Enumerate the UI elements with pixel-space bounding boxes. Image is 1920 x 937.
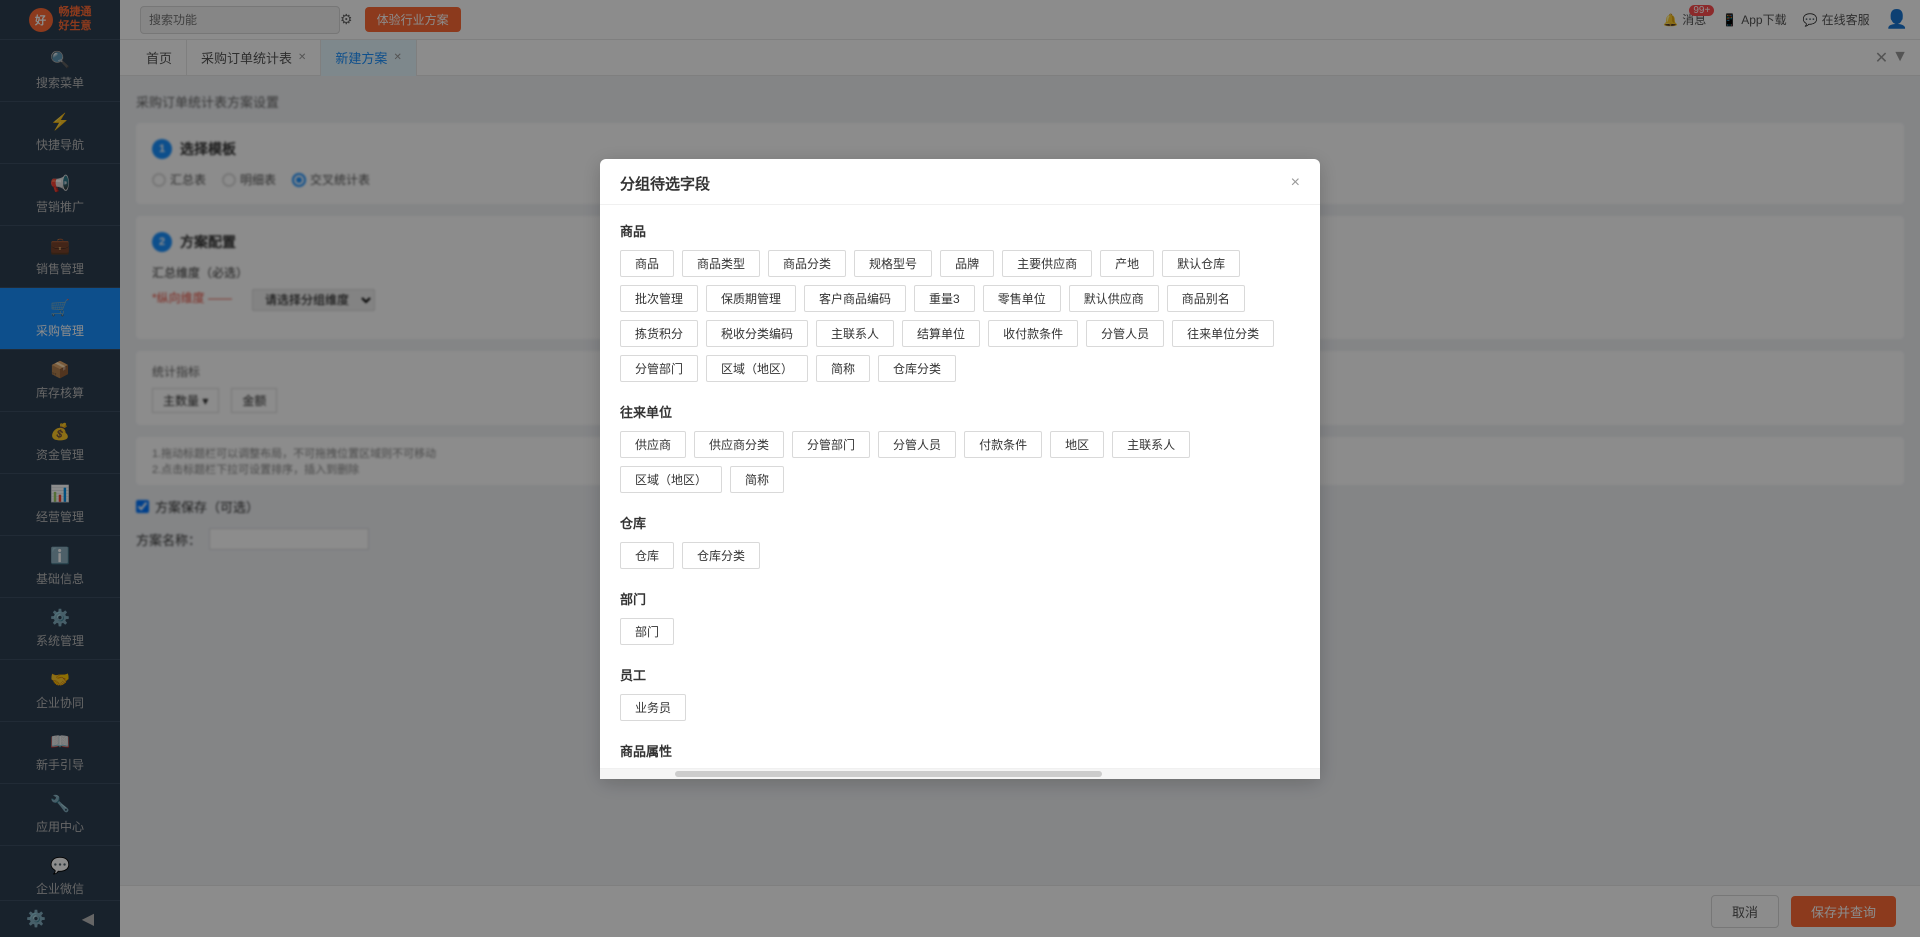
- field-group-仓库: 仓库仓库仓库分类: [620, 513, 1300, 569]
- field-tag-往来单位分类[interactable]: 往来单位分类: [1172, 320, 1274, 347]
- modal-header: 分组待选字段 ×: [600, 159, 1320, 205]
- field-tag-区域（地区）[interactable]: 区域（地区）: [706, 355, 808, 382]
- field-tag-区域（地区）[interactable]: 区域（地区）: [620, 466, 722, 493]
- field-tag-仓库分类[interactable]: 仓库分类: [682, 542, 760, 569]
- field-tag-分管部门[interactable]: 分管部门: [792, 431, 870, 458]
- field-tag-收付款条件[interactable]: 收付款条件: [988, 320, 1078, 347]
- field-tags: 商品商品类型商品分类规格型号品牌主要供应商产地默认仓库批次管理保质期管理客户商品…: [620, 250, 1300, 382]
- field-group-title: 商品: [620, 221, 1300, 240]
- field-group-title: 部门: [620, 589, 1300, 608]
- modal-body: 商品商品商品类型商品分类规格型号品牌主要供应商产地默认仓库批次管理保质期管理客户…: [600, 205, 1320, 768]
- field-tag-主联系人[interactable]: 主联系人: [1112, 431, 1190, 458]
- field-tag-主要供应商[interactable]: 主要供应商: [1002, 250, 1092, 277]
- field-tag-简称[interactable]: 简称: [816, 355, 870, 382]
- field-tag-仓库分类[interactable]: 仓库分类: [878, 355, 956, 382]
- field-tag-重量3[interactable]: 重量3: [914, 285, 975, 312]
- field-tag-产地[interactable]: 产地: [1100, 250, 1154, 277]
- field-tag-批次管理[interactable]: 批次管理: [620, 285, 698, 312]
- field-tag-默认仓库[interactable]: 默认仓库: [1162, 250, 1240, 277]
- field-tag-分管人员[interactable]: 分管人员: [878, 431, 956, 458]
- field-tag-供应商分类[interactable]: 供应商分类: [694, 431, 784, 458]
- modal-hscroll[interactable]: [600, 768, 1320, 779]
- field-select-modal: 分组待选字段 × 商品商品商品类型商品分类规格型号品牌主要供应商产地默认仓库批次…: [600, 159, 1320, 779]
- field-tags: 业务员: [620, 694, 1300, 721]
- modal-close-btn[interactable]: ×: [1291, 174, 1300, 192]
- field-tag-品牌[interactable]: 品牌: [940, 250, 994, 277]
- field-tag-商品分类[interactable]: 商品分类: [768, 250, 846, 277]
- field-tag-业务员[interactable]: 业务员: [620, 694, 686, 721]
- field-tag-拣货积分[interactable]: 拣货积分: [620, 320, 698, 347]
- modal-title: 分组待选字段: [620, 173, 710, 194]
- field-tag-零售单位[interactable]: 零售单位: [983, 285, 1061, 312]
- field-tag-商品[interactable]: 商品: [620, 250, 674, 277]
- field-group-title: 商品属性: [620, 741, 1300, 760]
- field-tag-客户商品编码[interactable]: 客户商品编码: [804, 285, 906, 312]
- field-tag-商品类型[interactable]: 商品类型: [682, 250, 760, 277]
- field-group-部门: 部门部门: [620, 589, 1300, 645]
- field-tag-主联系人[interactable]: 主联系人: [816, 320, 894, 347]
- field-tag-商品别名[interactable]: 商品别名: [1167, 285, 1245, 312]
- field-tag-部门[interactable]: 部门: [620, 618, 674, 645]
- field-tags: 仓库仓库分类: [620, 542, 1300, 569]
- field-tags: 部门: [620, 618, 1300, 645]
- field-tag-默认供应商[interactable]: 默认供应商: [1069, 285, 1159, 312]
- modal-overlay: 分组待选字段 × 商品商品商品类型商品分类规格型号品牌主要供应商产地默认仓库批次…: [0, 0, 1920, 937]
- field-tag-规格型号[interactable]: 规格型号: [854, 250, 932, 277]
- field-tag-保质期管理[interactable]: 保质期管理: [706, 285, 796, 312]
- field-tags: 供应商供应商分类分管部门分管人员付款条件地区主联系人区域（地区） 简称: [620, 431, 1300, 493]
- field-group-商品属性: 商品属性属性颜色多规格尺码鞋码1: [620, 741, 1300, 768]
- modal-hscroll-bar: [675, 771, 1102, 777]
- field-tag-简称[interactable]: 简称: [730, 466, 784, 493]
- field-group-往来单位: 往来单位供应商供应商分类分管部门分管人员付款条件地区主联系人区域（地区） 简称: [620, 402, 1300, 493]
- field-group-title: 仓库: [620, 513, 1300, 532]
- field-group-title: 员工: [620, 665, 1300, 684]
- field-tag-分管部门[interactable]: 分管部门: [620, 355, 698, 382]
- field-group-title: 往来单位: [620, 402, 1300, 421]
- field-group-商品: 商品商品商品类型商品分类规格型号品牌主要供应商产地默认仓库批次管理保质期管理客户…: [620, 221, 1300, 382]
- field-group-员工: 员工业务员: [620, 665, 1300, 721]
- field-tag-结算单位[interactable]: 结算单位: [902, 320, 980, 347]
- field-tag-供应商[interactable]: 供应商: [620, 431, 686, 458]
- field-tag-分管人员[interactable]: 分管人员: [1086, 320, 1164, 347]
- field-tag-地区[interactable]: 地区: [1050, 431, 1104, 458]
- field-tag-仓库[interactable]: 仓库: [620, 542, 674, 569]
- field-tag-付款条件[interactable]: 付款条件: [964, 431, 1042, 458]
- field-tag-税收分类编码[interactable]: 税收分类编码: [706, 320, 808, 347]
